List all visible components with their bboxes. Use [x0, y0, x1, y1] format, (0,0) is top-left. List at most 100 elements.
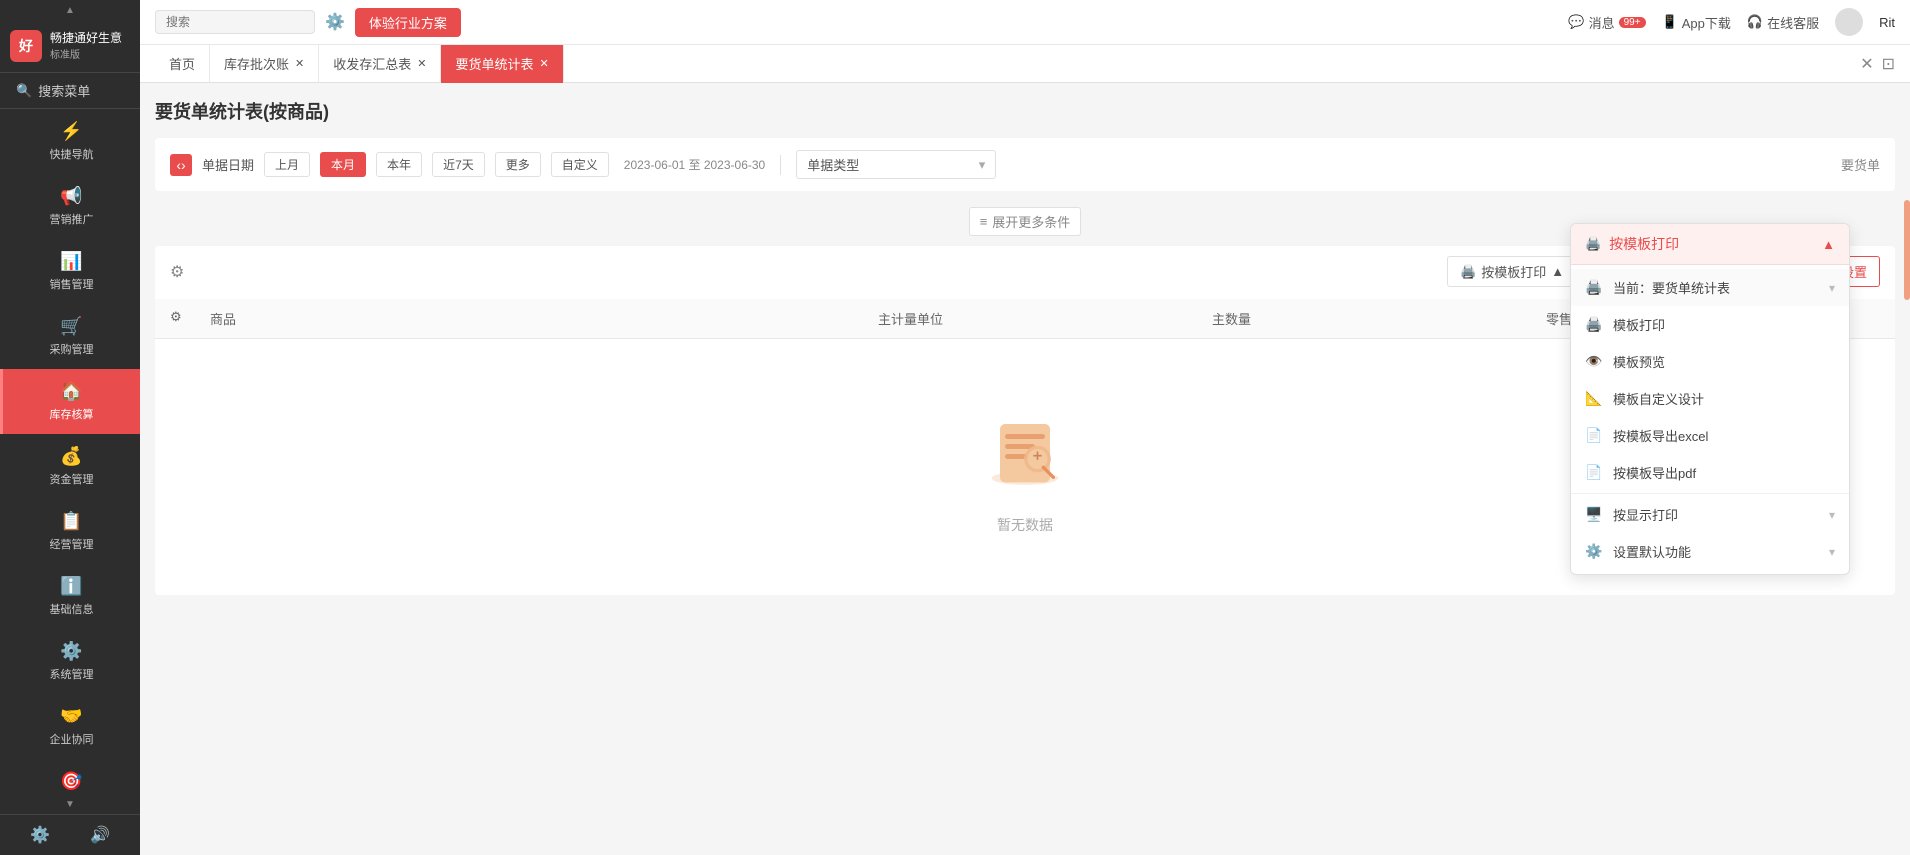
dropdown-item-template-print[interactable]: 🖨️ 模板打印	[1571, 306, 1849, 343]
dropdown-current-template[interactable]: 🖨️ 当前：要货单统计表 ▾	[1571, 269, 1849, 306]
print-template-btn[interactable]: 🖨️ 按模板打印 ▲	[1447, 256, 1577, 287]
tab-order-stats-close[interactable]: ✕	[540, 57, 549, 70]
guide-icon: 🎯	[60, 771, 82, 792]
th-product: 商品	[210, 309, 878, 328]
dropdown-title: 按模板打印	[1609, 234, 1814, 254]
tab-receivable-summary[interactable]: 收发存汇总表 ✕	[319, 45, 441, 83]
dropdown-item-set-default[interactable]: ⚙️ 设置默认功能 ▾	[1571, 533, 1849, 570]
topbar: ⚙️ 体验行业方案 💬 消息 99+ 📱 App下载 🎧 在线客服 Rit	[140, 0, 1910, 45]
app-download-btn[interactable]: 📱 App下载	[1662, 13, 1731, 32]
trial-button[interactable]: 体验行业方案	[355, 8, 461, 37]
current-template-label: 当前：要货单统计表	[1613, 278, 1730, 297]
dropdown-item-template-custom[interactable]: 📐 模板自定义设计	[1571, 380, 1849, 417]
current-template-arrow: ▾	[1829, 281, 1835, 295]
export-excel-label: 按模板导出excel	[1613, 426, 1708, 445]
th-settings: ⚙	[170, 309, 210, 328]
message-badge: 99+	[1619, 17, 1646, 28]
empty-illustration	[975, 399, 1075, 499]
username: Rit	[1879, 15, 1895, 30]
expand-more-btn[interactable]: ≡ 展开更多条件	[969, 207, 1082, 236]
date-current-month-btn[interactable]: 本月	[320, 152, 366, 177]
basic-icon: ℹ️	[60, 576, 82, 597]
column-settings-icon[interactable]: ⚙	[170, 262, 184, 282]
export-excel-icon: 📄	[1585, 427, 1603, 444]
template-custom-icon: 📐	[1585, 390, 1603, 407]
quick-nav-icon: ⚡	[60, 121, 82, 142]
date-filter-label: 单据日期	[202, 155, 254, 174]
sidebar-search[interactable]: 🔍 搜索菜单	[0, 73, 140, 109]
headset-icon: 🎧	[1747, 14, 1763, 30]
tab-home[interactable]: 首页	[155, 45, 210, 83]
sidebar-item-guide[interactable]: 🎯 新手引导	[0, 759, 140, 794]
tab-close-window-btn[interactable]: ✕	[1860, 54, 1873, 74]
sidebar-item-inventory[interactable]: 🏠 库存核算	[0, 369, 140, 434]
filter-panel: ‹› 单据日期 上月 本月 本年 近7天 更多 自定义 2023-06-01 至…	[155, 138, 1895, 191]
sidebar-item-sales[interactable]: 📊 销售管理	[0, 239, 140, 304]
sidebar-search-label: 搜索菜单	[38, 81, 90, 100]
type-filter-select[interactable]: 单据类型 ▾	[796, 150, 996, 179]
tab-maximize-btn[interactable]: ⊡	[1882, 54, 1895, 74]
date-current-year-btn[interactable]: 本年	[376, 152, 422, 177]
tab-inventory-batch-label: 库存批次账	[224, 54, 289, 73]
printer-header-icon: 🖨️	[1585, 236, 1601, 252]
message-btn[interactable]: 💬 消息 99+	[1568, 13, 1645, 32]
inventory-icon: 🏠	[60, 381, 82, 402]
sidebar-item-operation[interactable]: 📋 经营管理	[0, 499, 140, 564]
tabs-bar: 首页 库存批次账 ✕ 收发存汇总表 ✕ 要货单统计表 ✕ ✕ ⊡	[140, 45, 1910, 83]
sidebar-item-basic[interactable]: ℹ️ 基础信息	[0, 564, 140, 629]
dropdown-item-display-print[interactable]: 🖥️ 按显示打印 ▾	[1571, 496, 1849, 533]
sidebar-item-finance[interactable]: 💰 资金管理	[0, 434, 140, 499]
sound-icon[interactable]: 🔊	[90, 825, 110, 845]
filter-collapse-btn[interactable]: ‹›	[170, 154, 192, 176]
dropdown-header[interactable]: 🖨️ 按模板打印 ▲	[1571, 224, 1849, 265]
app-sub: 标准版	[50, 46, 122, 61]
tab-inventory-batch-close[interactable]: ✕	[295, 57, 304, 70]
display-print-label: 按显示打印	[1613, 505, 1678, 524]
dropdown-item-export-excel[interactable]: 📄 按模板导出excel	[1571, 417, 1849, 454]
topbar-search-input[interactable]	[155, 10, 315, 34]
topbar-right: 💬 消息 99+ 📱 App下载 🎧 在线客服 Rit	[1568, 8, 1895, 36]
tab-receivable-summary-close[interactable]: ✕	[417, 57, 426, 70]
sidebar-item-quick-nav[interactable]: ⚡ 快捷导航	[0, 109, 140, 174]
th-qty: 主数量	[1212, 309, 1546, 328]
user-avatar[interactable]	[1835, 8, 1863, 36]
chevron-down-icon: ▾	[979, 157, 986, 173]
tab-inventory-batch[interactable]: 库存批次账 ✕	[210, 45, 319, 83]
dropdown-item-template-preview[interactable]: 👁️ 模板预览	[1571, 343, 1849, 380]
nav-label-basic: 基础信息	[50, 601, 94, 617]
message-label: 消息	[1589, 13, 1615, 32]
type-filter-label: 单据类型	[807, 155, 859, 174]
date-custom-btn[interactable]: 自定义	[551, 152, 609, 177]
nav-label-quick-nav: 快捷导航	[50, 146, 94, 162]
dropdown-divider	[1571, 493, 1849, 494]
tab-order-stats[interactable]: 要货单统计表 ✕	[441, 45, 563, 83]
sidebar-item-marketing[interactable]: 📢 营销推广	[0, 174, 140, 239]
dropdown-collapse-icon: ▲	[1822, 237, 1835, 252]
sidebar-scroll-up[interactable]: ▲	[0, 0, 140, 20]
tab-order-stats-label: 要货单统计表	[455, 54, 533, 73]
yh-filter-label[interactable]: 要货单	[1841, 155, 1880, 174]
dropdown-item-export-pdf[interactable]: 📄 按模板导出pdf	[1571, 454, 1849, 491]
topbar-settings-icon[interactable]: ⚙️	[325, 12, 345, 32]
customer-service-btn[interactable]: 🎧 在线客服	[1747, 13, 1819, 32]
print-template-label: 按模板打印	[1481, 262, 1546, 281]
expand-more-label: 展开更多条件	[992, 212, 1070, 231]
template-custom-label: 模板自定义设计	[1613, 389, 1704, 408]
sidebar-item-purchase[interactable]: 🛒 采购管理	[0, 304, 140, 369]
sidebar-item-system[interactable]: ⚙️ 系统管理	[0, 629, 140, 694]
empty-text: 暂无数据	[997, 515, 1053, 535]
filter-divider	[780, 155, 781, 175]
page-content: 要货单统计表(按商品) ‹› 单据日期 上月 本月 本年 近7天 更多 自定义 …	[140, 83, 1910, 855]
right-scrollbar[interactable]	[1904, 200, 1910, 300]
main-area: ⚙️ 体验行业方案 💬 消息 99+ 📱 App下载 🎧 在线客服 Rit 首页	[140, 0, 1910, 855]
date-prev-month-btn[interactable]: 上月	[264, 152, 310, 177]
settings-icon[interactable]: ⚙️	[30, 825, 50, 845]
date-7days-btn[interactable]: 近7天	[432, 152, 485, 177]
sidebar-scroll-down[interactable]: ▼	[0, 794, 140, 814]
date-more-btn[interactable]: 更多	[495, 152, 541, 177]
page-title: 要货单统计表(按商品)	[155, 98, 1895, 124]
display-print-arrow: ▾	[1829, 508, 1835, 522]
customer-service-label: 在线客服	[1767, 13, 1819, 32]
sidebar-item-collab[interactable]: 🤝 企业协同	[0, 694, 140, 759]
system-icon: ⚙️	[60, 641, 82, 662]
